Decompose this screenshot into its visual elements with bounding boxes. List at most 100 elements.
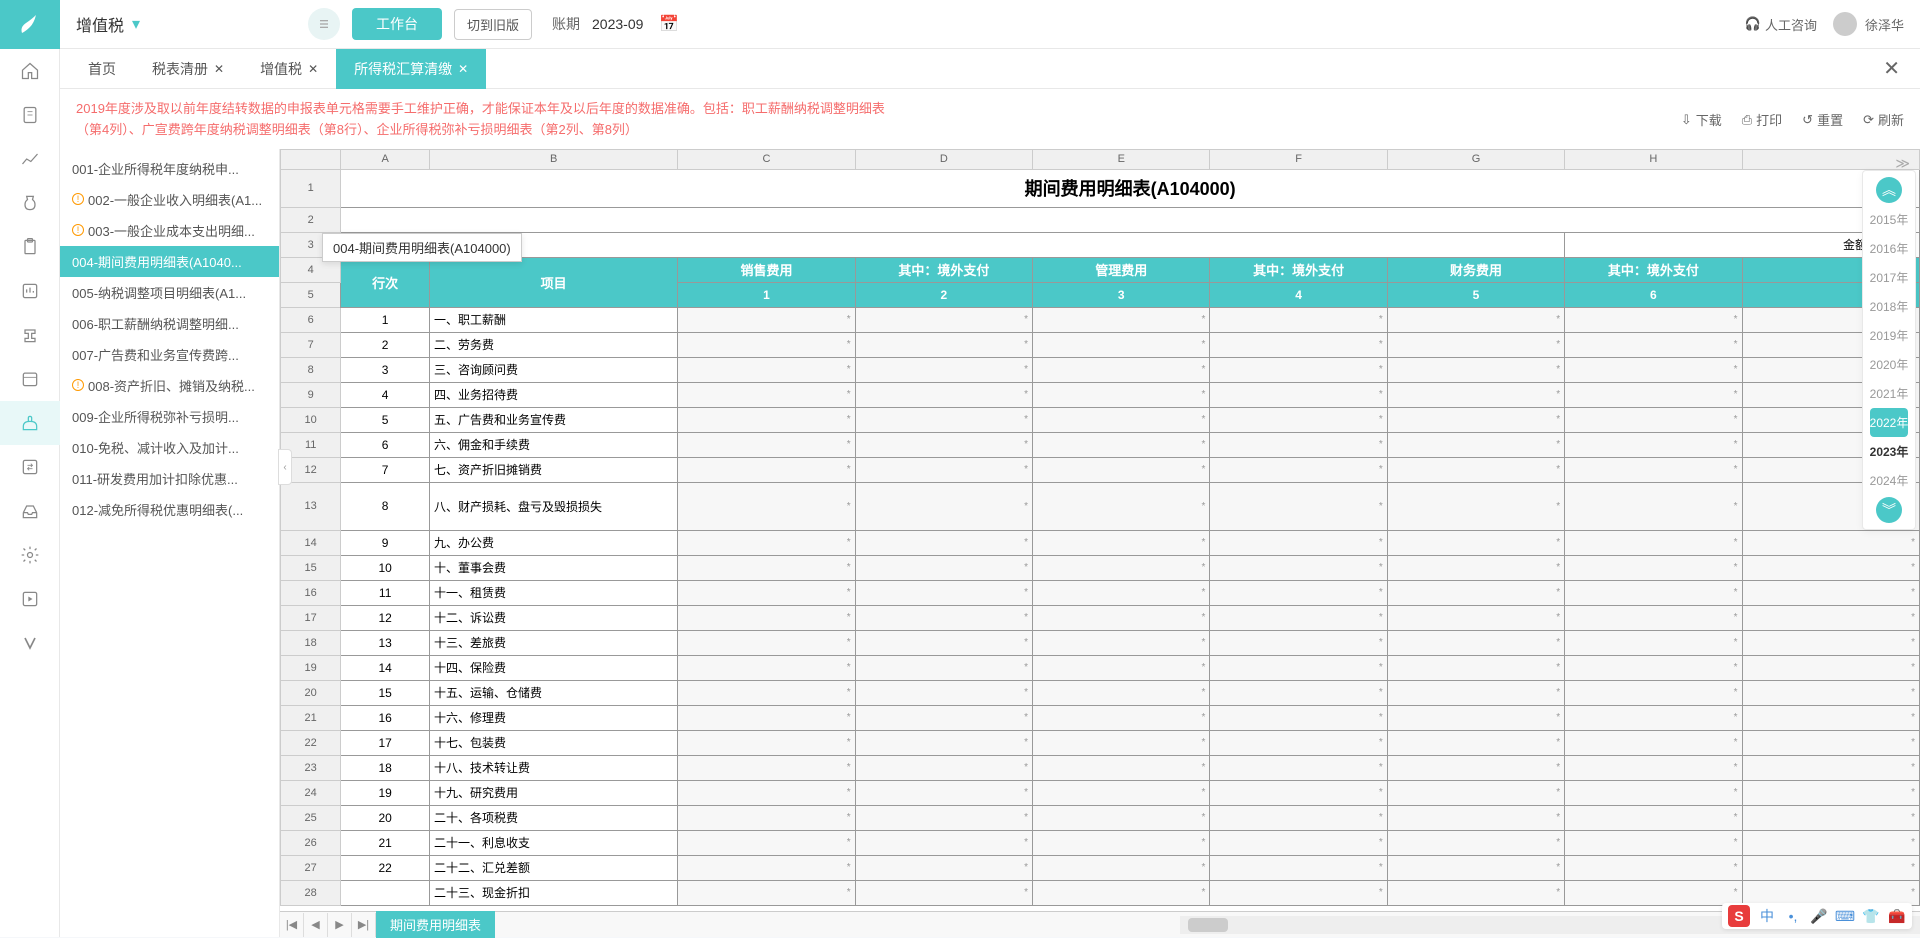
col-header[interactable]: E [1033, 149, 1210, 169]
year-2015年[interactable]: 2015年 [1870, 205, 1909, 234]
data-cell[interactable]: * [1742, 680, 1919, 705]
data-cell[interactable]: * [1742, 530, 1919, 555]
data-cell[interactable]: * [678, 605, 855, 630]
data-cell[interactable]: * [1033, 755, 1210, 780]
year-2020年[interactable]: 2020年 [1870, 350, 1909, 379]
data-cell[interactable]: * [1565, 307, 1742, 332]
tax-type-dropdown[interactable]: 增值税 ▾ [76, 12, 296, 36]
data-cell[interactable]: * [1033, 407, 1210, 432]
data-cell[interactable]: * [1033, 630, 1210, 655]
data-cell[interactable]: * [678, 555, 855, 580]
data-cell[interactable]: * [855, 680, 1032, 705]
data-cell[interactable]: * [855, 357, 1032, 382]
period-value[interactable]: 2023-09 [592, 16, 643, 32]
data-cell[interactable]: * [1210, 880, 1387, 905]
nav-settings-icon[interactable] [0, 533, 60, 577]
nav-stamp-icon[interactable] [0, 313, 60, 357]
data-cell[interactable]: * [1387, 705, 1564, 730]
form-item-8[interactable]: 009-企业所得税弥补亏损明... [60, 401, 279, 432]
data-cell[interactable]: * [1033, 482, 1210, 530]
data-cell[interactable]: * [1210, 407, 1387, 432]
form-item-1[interactable]: !002-一般企业收入明细表(A1... [60, 184, 279, 215]
year-down-button[interactable]: ︾ [1876, 497, 1902, 523]
row-header[interactable]: 1 [281, 169, 341, 207]
nav-money-icon[interactable] [0, 181, 60, 225]
data-cell[interactable]: * [1210, 457, 1387, 482]
refresh-button[interactable]: ⟳刷新 [1863, 110, 1904, 129]
data-cell[interactable]: * [1742, 855, 1919, 880]
data-cell[interactable]: * [1210, 830, 1387, 855]
data-cell[interactable]: * [1387, 407, 1564, 432]
data-cell[interactable]: * [1210, 555, 1387, 580]
data-cell[interactable]: * [1742, 830, 1919, 855]
data-cell[interactable]: * [1565, 755, 1742, 780]
data-cell[interactable]: * [678, 457, 855, 482]
nav-clipboard-icon[interactable] [0, 225, 60, 269]
data-cell[interactable]: * [1387, 457, 1564, 482]
data-cell[interactable]: * [1210, 730, 1387, 755]
nav-doc-icon[interactable] [0, 93, 60, 137]
data-cell[interactable]: * [1565, 382, 1742, 407]
data-cell[interactable]: * [1387, 555, 1564, 580]
data-cell[interactable]: * [1387, 630, 1564, 655]
data-cell[interactable]: * [855, 580, 1032, 605]
data-cell[interactable]: * [1033, 705, 1210, 730]
data-cell[interactable]: * [855, 830, 1032, 855]
row-header[interactable]: 28 [281, 880, 341, 905]
data-cell[interactable]: * [1565, 880, 1742, 905]
col-header[interactable]: G [1387, 149, 1564, 169]
data-cell[interactable]: * [1210, 580, 1387, 605]
data-cell[interactable]: * [1033, 332, 1210, 357]
data-cell[interactable]: * [855, 705, 1032, 730]
form-item-2[interactable]: !003-一般企业成本支出明细... [60, 215, 279, 246]
data-cell[interactable]: * [855, 457, 1032, 482]
nav-home-icon[interactable] [0, 49, 60, 93]
data-cell[interactable]: * [1565, 432, 1742, 457]
data-cell[interactable]: * [1210, 655, 1387, 680]
data-cell[interactable]: * [678, 830, 855, 855]
col-header[interactable]: A [341, 149, 430, 169]
form-item-3[interactable]: 004-期间费用明细表(A1040... [60, 246, 279, 277]
data-cell[interactable]: * [855, 805, 1032, 830]
data-cell[interactable]: * [1387, 605, 1564, 630]
form-item-0[interactable]: 001-企业所得税年度纳税申... [60, 153, 279, 184]
row-header[interactable]: 8 [281, 357, 341, 382]
data-cell[interactable]: * [1210, 307, 1387, 332]
data-cell[interactable]: * [1742, 580, 1919, 605]
data-cell[interactable]: * [1033, 830, 1210, 855]
sheet-nav-next[interactable]: ▶ [328, 913, 352, 937]
data-cell[interactable]: * [678, 382, 855, 407]
data-cell[interactable]: * [678, 357, 855, 382]
data-cell[interactable]: * [1387, 482, 1564, 530]
data-cell[interactable]: * [1387, 530, 1564, 555]
nav-inbox-icon[interactable] [0, 489, 60, 533]
data-cell[interactable]: * [1565, 332, 1742, 357]
row-header[interactable]: 16 [281, 580, 341, 605]
data-cell[interactable]: * [1565, 555, 1742, 580]
data-cell[interactable]: * [678, 530, 855, 555]
row-header[interactable]: 24 [281, 780, 341, 805]
data-cell[interactable]: * [855, 382, 1032, 407]
data-cell[interactable]: * [1742, 630, 1919, 655]
col-header[interactable]: B [429, 149, 677, 169]
row-header[interactable]: 13 [281, 482, 341, 530]
close-all-tabs[interactable]: ✕ [1873, 56, 1910, 81]
tab-close-icon[interactable]: ✕ [308, 62, 318, 76]
data-cell[interactable]: * [855, 880, 1032, 905]
tab-close-icon[interactable]: ✕ [214, 62, 224, 76]
data-cell[interactable]: * [678, 805, 855, 830]
data-cell[interactable]: * [1033, 382, 1210, 407]
data-cell[interactable]: * [1387, 357, 1564, 382]
data-cell[interactable]: * [1565, 457, 1742, 482]
data-cell[interactable]: * [855, 755, 1032, 780]
data-cell[interactable]: * [1742, 880, 1919, 905]
data-cell[interactable]: * [1565, 680, 1742, 705]
data-cell[interactable]: * [1565, 580, 1742, 605]
data-cell[interactable]: * [1742, 780, 1919, 805]
data-cell[interactable]: * [678, 730, 855, 755]
consult-link[interactable]: 🎧 人工咨询 [1745, 15, 1817, 34]
data-cell[interactable]: * [678, 307, 855, 332]
row-header[interactable]: 25 [281, 805, 341, 830]
data-cell[interactable]: * [1033, 855, 1210, 880]
data-cell[interactable]: * [1210, 805, 1387, 830]
